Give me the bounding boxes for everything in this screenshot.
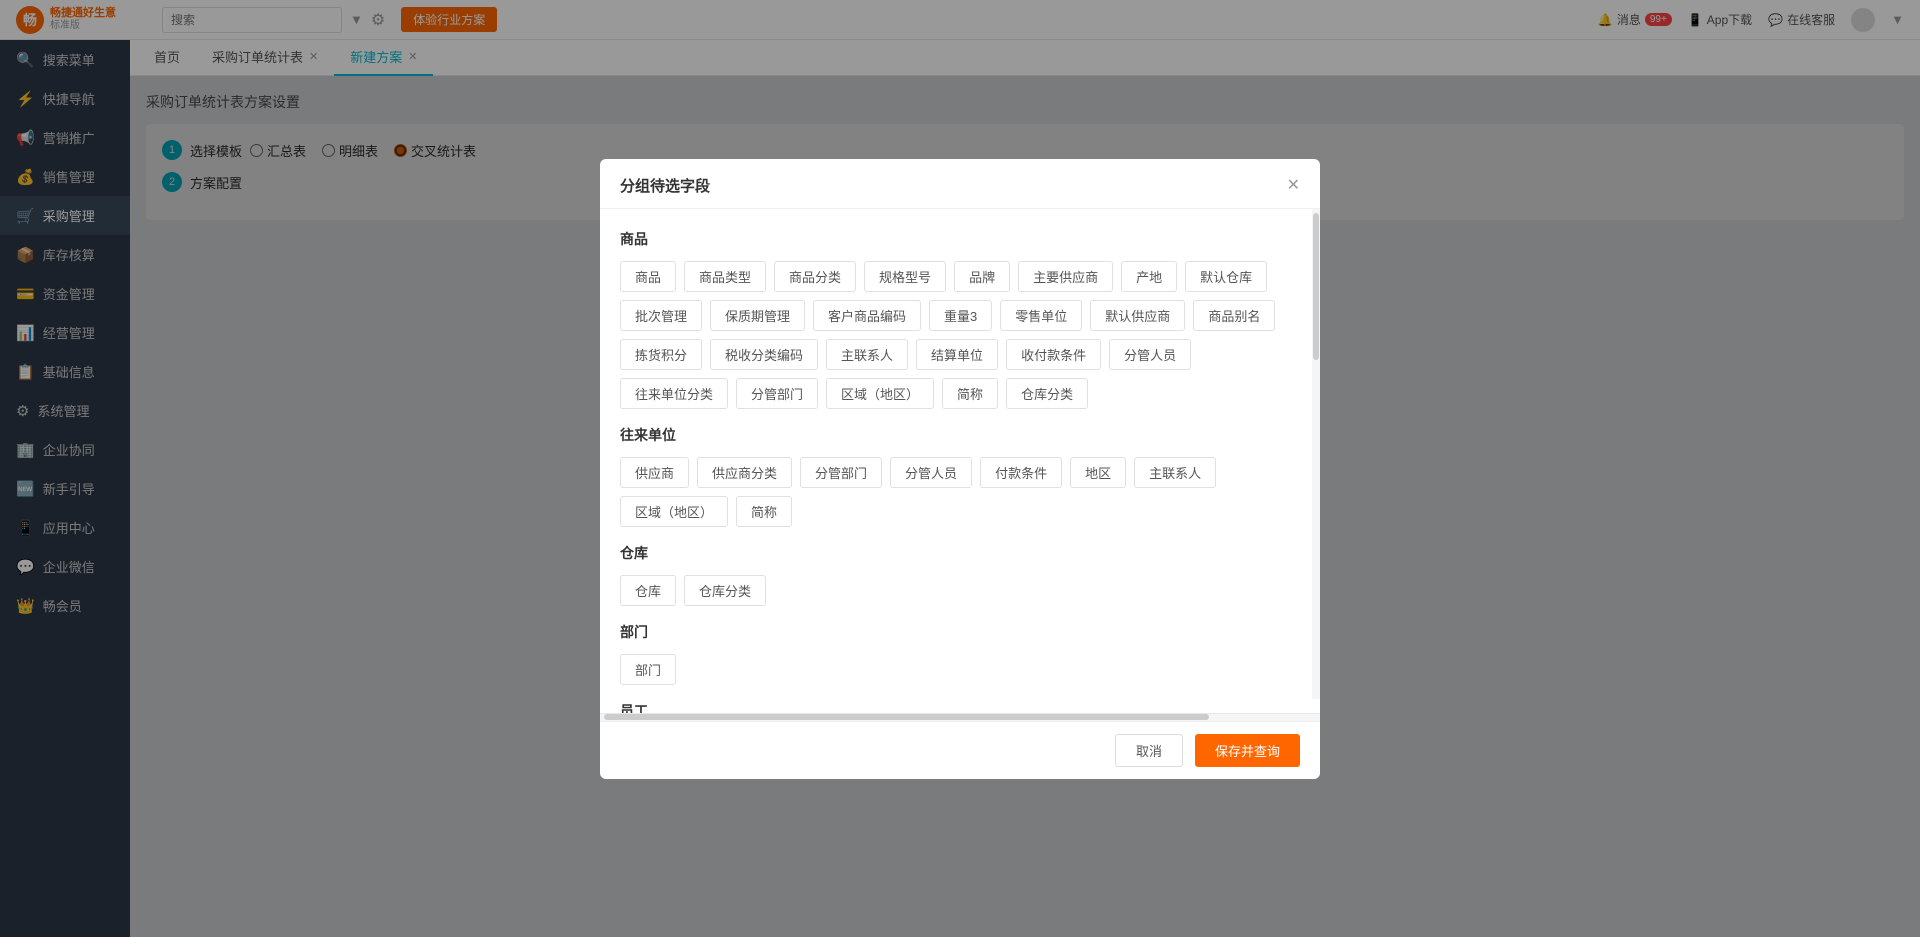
fields-grid-counterpart: 供应商 供应商分类 分管部门 分管人员 付款条件 地区 主联系人 区域（地区） … — [620, 457, 1300, 527]
field-tag-origin[interactable]: 产地 — [1121, 261, 1177, 292]
field-tag-retail-unit[interactable]: 零售单位 — [1000, 300, 1082, 331]
field-tag-manager[interactable]: 分管人员 — [1109, 339, 1191, 370]
dialog-header: 分组待选字段 ✕ — [600, 159, 1320, 209]
dialog-vertical-scrollbar[interactable] — [1312, 209, 1320, 699]
section-title-department: 部门 — [620, 622, 1300, 642]
field-tag-main-contact[interactable]: 主联系人 — [826, 339, 908, 370]
dialog: 分组待选字段 ✕ 商品 商品 商品类型 商品分类 规格型号 品牌 主要供应商 产… — [600, 159, 1320, 779]
field-tag-origin-unit-cat[interactable]: 往来单位分类 — [620, 378, 728, 409]
field-tag-area-region2[interactable]: 区域（地区） — [620, 496, 728, 527]
dialog-close-icon[interactable]: ✕ — [1287, 175, 1300, 195]
field-tag-quality-mgmt[interactable]: 保质期管理 — [710, 300, 805, 331]
section-title-warehouse: 仓库 — [620, 543, 1300, 563]
fields-grid-department: 部门 — [620, 654, 1300, 685]
field-tag-supplier[interactable]: 供应商 — [620, 457, 689, 488]
field-tag-mgmt-person2[interactable]: 分管人员 — [890, 457, 972, 488]
field-tag-product[interactable]: 商品 — [620, 261, 676, 292]
field-tag-warehouse[interactable]: 仓库 — [620, 575, 676, 606]
field-tag-main-supplier[interactable]: 主要供应商 — [1018, 261, 1113, 292]
field-tag-payment-terms[interactable]: 收付款条件 — [1006, 339, 1101, 370]
field-tag-weight3[interactable]: 重量3 — [929, 300, 992, 331]
field-tag-main-contact2[interactable]: 主联系人 — [1134, 457, 1216, 488]
field-tag-supplier-cat[interactable]: 供应商分类 — [697, 457, 792, 488]
h-scrollbar-thumb[interactable] — [604, 714, 1209, 720]
field-tag-product-category[interactable]: 商品分类 — [774, 261, 856, 292]
field-tag-payment-terms2[interactable]: 付款条件 — [980, 457, 1062, 488]
field-tag-customer-code[interactable]: 客户商品编码 — [813, 300, 921, 331]
field-tag-short-name[interactable]: 简称 — [942, 378, 998, 409]
field-tag-settle-unit[interactable]: 结算单位 — [916, 339, 998, 370]
field-tag-tax-code[interactable]: 税收分类编码 — [710, 339, 818, 370]
field-tag-area2[interactable]: 地区 — [1070, 457, 1126, 488]
dialog-title: 分组待选字段 — [620, 175, 710, 196]
field-tag-brand[interactable]: 品牌 — [954, 261, 1010, 292]
field-tag-spec-type[interactable]: 规格型号 — [864, 261, 946, 292]
cancel-button[interactable]: 取消 — [1115, 734, 1183, 767]
dialog-footer: 取消 保存并查询 — [600, 721, 1320, 779]
section-title-counterpart: 往来单位 — [620, 425, 1300, 445]
field-tag-mgmt-dept[interactable]: 分管部门 — [736, 378, 818, 409]
field-tag-dept[interactable]: 部门 — [620, 654, 676, 685]
field-tag-area-region[interactable]: 区域（地区） — [826, 378, 934, 409]
field-tag-warehouse-cat2[interactable]: 仓库分类 — [684, 575, 766, 606]
field-tag-short-name2[interactable]: 简称 — [736, 496, 792, 527]
fields-grid-product: 商品 商品类型 商品分类 规格型号 品牌 主要供应商 产地 默认仓库 批次管理 … — [620, 261, 1300, 409]
confirm-button[interactable]: 保存并查询 — [1195, 734, 1300, 767]
field-tag-batch-mgmt[interactable]: 批次管理 — [620, 300, 702, 331]
dialog-body: 商品 商品 商品类型 商品分类 规格型号 品牌 主要供应商 产地 默认仓库 批次… — [600, 209, 1320, 714]
field-tag-default-supplier[interactable]: 默认供应商 — [1090, 300, 1185, 331]
field-tag-product-type[interactable]: 商品类型 — [684, 261, 766, 292]
fields-grid-warehouse: 仓库 仓库分类 — [620, 575, 1300, 606]
field-tag-pick-score[interactable]: 拣货积分 — [620, 339, 702, 370]
field-tag-product-alias[interactable]: 商品别名 — [1193, 300, 1275, 331]
section-title-product: 商品 — [620, 229, 1300, 249]
field-tag-mgmt-dept2[interactable]: 分管部门 — [800, 457, 882, 488]
v-scrollbar-thumb[interactable] — [1313, 213, 1319, 360]
field-tag-default-warehouse[interactable]: 默认仓库 — [1185, 261, 1267, 292]
dialog-horizontal-scrollbar[interactable] — [600, 713, 1320, 720]
section-title-employee: 员工 — [620, 701, 1300, 714]
field-tag-warehouse-cat[interactable]: 仓库分类 — [1006, 378, 1088, 409]
dialog-overlay: 分组待选字段 ✕ 商品 商品 商品类型 商品分类 规格型号 品牌 主要供应商 产… — [0, 0, 1920, 937]
